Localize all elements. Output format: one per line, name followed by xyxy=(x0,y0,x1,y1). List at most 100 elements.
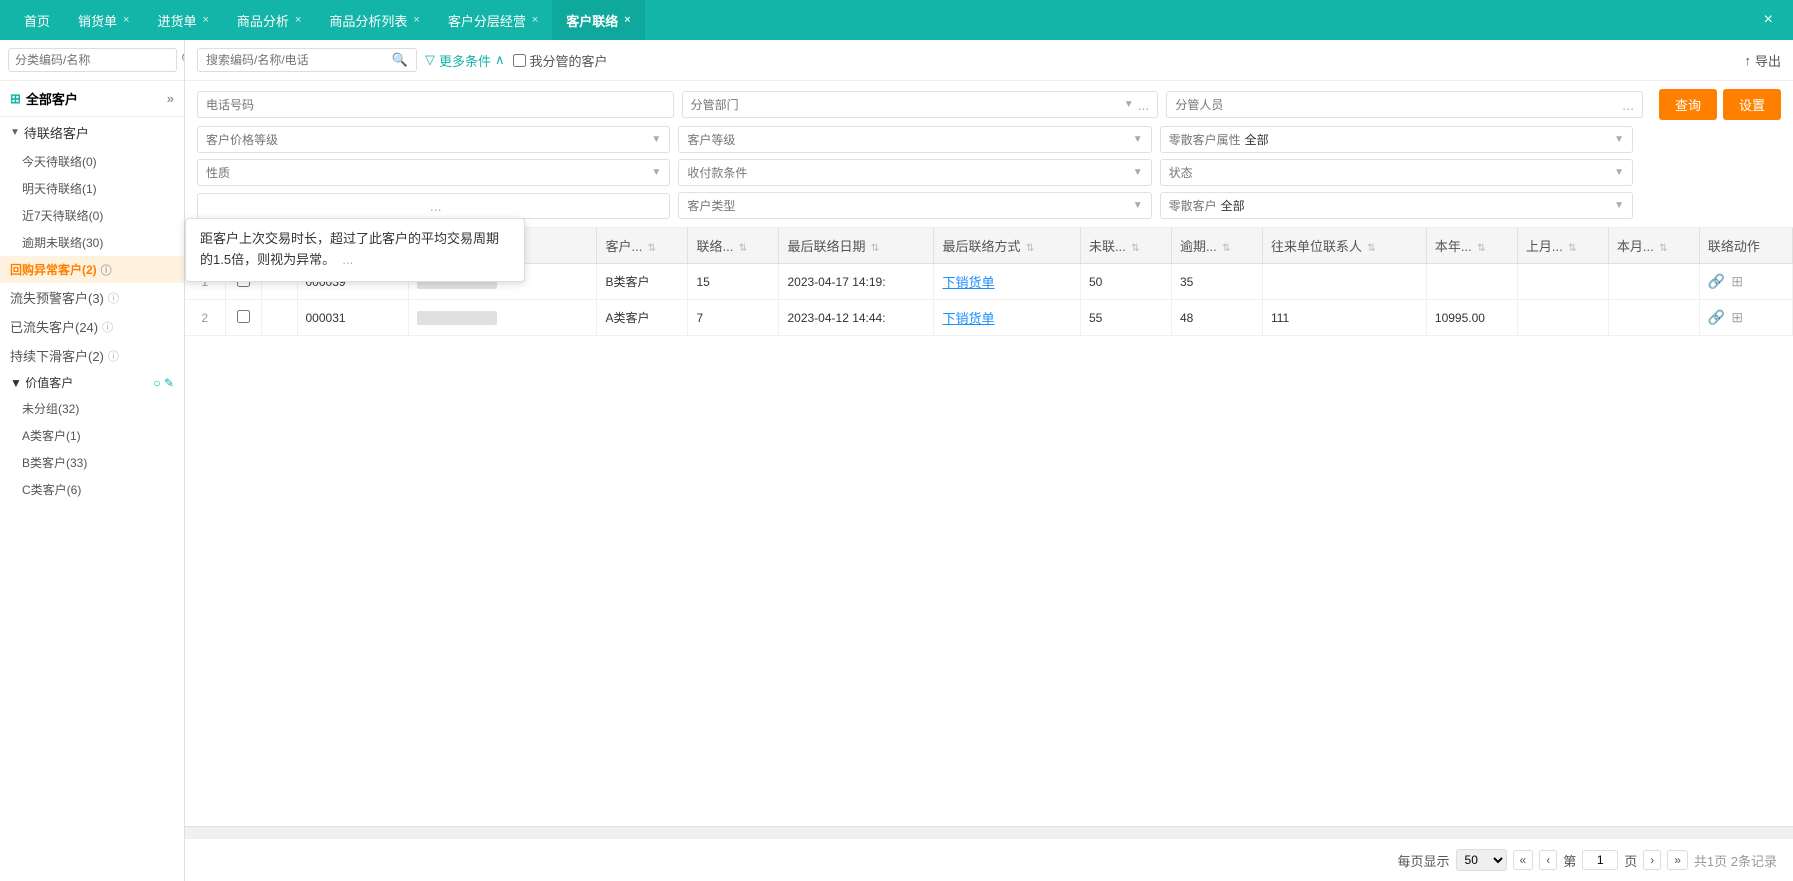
export-button[interactable]: ↑ 导出 xyxy=(1744,51,1781,70)
sidebar-item-b-class[interactable]: B类客户(33) xyxy=(0,449,184,476)
chevron-down-icon-4: ▼ xyxy=(1614,134,1624,145)
sort-last-month-icon[interactable]: ⇅ xyxy=(1568,243,1576,254)
sidebar-search-input[interactable] xyxy=(8,48,177,72)
grid-icon: ⊞ xyxy=(10,91,21,107)
sort-unit-contact-icon[interactable]: ⇅ xyxy=(1367,243,1375,254)
dots-icon-person[interactable]: ... xyxy=(1622,97,1634,113)
nav-item-customer-contact[interactable]: 客户联络 × xyxy=(552,0,644,40)
close-analysis-list-icon[interactable]: × xyxy=(413,14,419,26)
nav-item-analysis-list[interactable]: 商品分析列表 × xyxy=(315,0,433,40)
sidebar: 🔍 ⊞ 全部客户 » ▼ 待联络客户 今天待联络(0) 明天待联络(1) 近7天… xyxy=(0,40,185,881)
dots-icon[interactable]: ... xyxy=(1138,97,1150,113)
info-icon-repurchase: ⓘ xyxy=(101,262,112,278)
my-customers-checkbox[interactable] xyxy=(513,54,526,67)
th-contact: 联络... ⇅ xyxy=(688,228,779,264)
close-sales-icon[interactable]: × xyxy=(123,14,129,26)
close-segment-icon[interactable]: × xyxy=(532,14,538,26)
first-page-button[interactable]: « xyxy=(1513,850,1534,870)
sidebar-item-7days[interactable]: 近7天待联络(0) xyxy=(0,202,184,229)
filter-payment[interactable]: 收付款条件 ▼ xyxy=(678,159,1151,186)
search-icon[interactable]: 🔍 xyxy=(392,52,408,68)
sidebar-search-icon[interactable]: 🔍 xyxy=(181,52,185,68)
sort-last-date-icon[interactable]: ⇅ xyxy=(871,243,879,254)
row2-last-method[interactable]: 下销货单 xyxy=(934,300,1080,336)
close-analysis-icon[interactable]: × xyxy=(295,14,301,26)
filter-nature[interactable]: 性质 ▼ xyxy=(197,159,670,186)
filter-person[interactable]: 分管人员 ... xyxy=(1166,91,1643,118)
row2-last-date: 2023-04-12 14:44: xyxy=(779,300,934,336)
page-input[interactable] xyxy=(1582,850,1618,870)
chevron-down-icon-9: ▼ xyxy=(1614,200,1624,211)
nav-item-customer-segment[interactable]: 客户分层经营 × xyxy=(434,0,552,40)
set-button[interactable]: 设置 xyxy=(1723,89,1781,120)
sidebar-item-today[interactable]: 今天待联络(0) xyxy=(0,148,184,175)
th-unit-contact: 往来单位联系人 ⇅ xyxy=(1262,228,1426,264)
info-icon-churn: ⓘ xyxy=(108,290,119,306)
sidebar-value-group-header[interactable]: ▼ 价值客户 ○ ✎ xyxy=(0,370,184,395)
close-purchase-icon[interactable]: × xyxy=(202,14,208,26)
close-contact-icon[interactable]: × xyxy=(624,14,630,26)
th-overdue: 逾期... ⇅ xyxy=(1171,228,1262,264)
value-group-icons[interactable]: ○ ✎ xyxy=(153,376,174,390)
th-last-month: 上月... ⇅ xyxy=(1517,228,1608,264)
nav-item-sales[interactable]: 销货单 × xyxy=(64,0,143,40)
chevron-down-icon-2: ▼ xyxy=(651,134,661,145)
sidebar-item-c-class[interactable]: C类客户(6) xyxy=(0,476,184,503)
nav-item-purchase[interactable]: 进货单 × xyxy=(143,0,222,40)
filter-dept[interactable]: 分管部门 ▼ ... xyxy=(682,91,1159,118)
extra-dots-icon[interactable]: ... xyxy=(430,198,442,214)
nav-item-home[interactable]: 首页 xyxy=(10,0,64,40)
sort-this-year-icon[interactable]: ⇅ xyxy=(1477,243,1485,254)
sidebar-item-a-class[interactable]: A类客户(1) xyxy=(0,422,184,449)
filter-customer-grade[interactable]: 客户等级 ▼ xyxy=(678,126,1151,153)
row1-action-grid-icon[interactable]: ⊞ xyxy=(1731,273,1743,290)
row1-overdue: 35 xyxy=(1171,264,1262,300)
sidebar-item-repurchase-anomaly[interactable]: 回购异常客户(2) ⓘ xyxy=(0,256,184,283)
sidebar-all-customers[interactable]: ⊞ 全部客户 » xyxy=(0,81,184,117)
sidebar-item-tomorrow[interactable]: 明天待联络(1) xyxy=(0,175,184,202)
chevron-down-icon-8: ▼ xyxy=(1133,200,1143,211)
row1-action-link-icon[interactable]: 🔗 xyxy=(1708,273,1725,290)
chevron-down-icon-6: ▼ xyxy=(1133,167,1143,178)
filter-scattered-attr[interactable]: 零散客户属性 全部 ▼ xyxy=(1160,126,1633,153)
more-conditions-button[interactable]: ▽ 更多条件 ∧ xyxy=(425,51,505,70)
sidebar-item-overdue[interactable]: 逾期未联络(30) xyxy=(0,229,184,256)
row1-grade: B类客户 xyxy=(597,264,688,300)
row2-grade: A类客户 xyxy=(597,300,688,336)
filter-price-grade[interactable]: 客户价格等级 ▼ xyxy=(197,126,670,153)
sidebar-group-waiting[interactable]: ▼ 待联络客户 xyxy=(0,117,184,148)
row1-last-method[interactable]: 下销货单 xyxy=(934,264,1080,300)
sort-unread-icon[interactable]: ⇅ xyxy=(1131,243,1139,254)
row2-code: 000031 xyxy=(297,300,408,336)
prev-page-button[interactable]: ‹ xyxy=(1539,850,1557,870)
sidebar-item-ungrouped[interactable]: 未分组(32) xyxy=(0,395,184,422)
sort-overdue-icon[interactable]: ⇅ xyxy=(1222,243,1230,254)
sidebar-item-churn-warning[interactable]: 流失预警客户(3) ⓘ xyxy=(0,283,184,312)
filter-customer-type[interactable]: 客户类型 ▼ xyxy=(678,192,1151,219)
filter-scattered-customer[interactable]: 零散客户 全部 ▼ xyxy=(1160,192,1633,219)
filter-extra-dots[interactable]: ... xyxy=(197,193,670,219)
search-input[interactable] xyxy=(206,53,392,67)
last-page-button[interactable]: » xyxy=(1667,850,1688,870)
next-page-button[interactable]: › xyxy=(1643,850,1661,870)
horizontal-scrollbar[interactable] xyxy=(185,826,1793,838)
row2-action-grid-icon[interactable]: ⊞ xyxy=(1731,309,1743,326)
sort-grade-icon[interactable]: ⇅ xyxy=(648,243,656,254)
row2-checkbox[interactable] xyxy=(237,310,250,323)
main-layout: 🔍 ⊞ 全部客户 » ▼ 待联络客户 今天待联络(0) 明天待联络(1) 近7天… xyxy=(0,40,1793,881)
close-all-tabs-button[interactable]: × xyxy=(1754,11,1783,29)
nav-item-analysis[interactable]: 商品分析 × xyxy=(223,0,315,40)
filter-status[interactable]: 状态 ▼ xyxy=(1160,159,1633,186)
row2-contact: 7 xyxy=(688,300,779,336)
sort-this-month-icon[interactable]: ⇅ xyxy=(1659,243,1667,254)
sidebar-item-churned[interactable]: 已流失客户(24) ⓘ xyxy=(0,312,184,341)
query-button[interactable]: 查询 xyxy=(1659,89,1717,120)
th-grade: 客户... ⇅ xyxy=(597,228,688,264)
sort-last-method-icon[interactable]: ⇅ xyxy=(1026,243,1034,254)
sidebar-item-declining[interactable]: 持续下滑客户(2) ⓘ xyxy=(0,341,184,370)
chevron-down-icon: ▼ xyxy=(1124,99,1134,110)
row2-action: 🔗 ⊞ xyxy=(1699,300,1792,336)
per-page-select[interactable]: 50 20 100 xyxy=(1456,849,1507,871)
sort-contact-icon[interactable]: ⇅ xyxy=(739,243,747,254)
row2-action-link-icon[interactable]: 🔗 xyxy=(1708,309,1725,326)
